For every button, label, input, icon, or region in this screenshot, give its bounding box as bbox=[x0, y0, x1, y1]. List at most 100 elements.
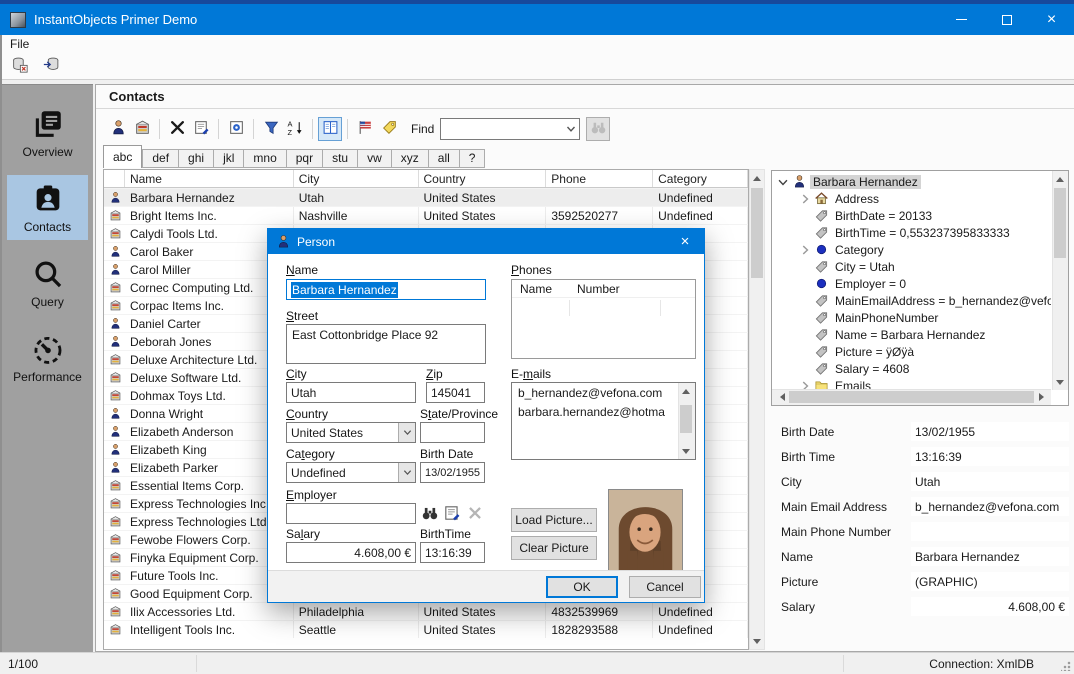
tab-abc[interactable]: abc bbox=[103, 145, 143, 168]
property-value[interactable]: Utah bbox=[911, 472, 1069, 491]
table-scrollbar[interactable] bbox=[749, 169, 765, 650]
edit-item-button[interactable] bbox=[189, 117, 213, 141]
database-open-button[interactable] bbox=[40, 55, 62, 77]
language-button[interactable] bbox=[353, 117, 377, 141]
emails-scrollbar[interactable] bbox=[678, 383, 695, 459]
tree-item[interactable]: BirthTime = 0,553237395833333 bbox=[772, 224, 1051, 241]
tab-question[interactable]: ? bbox=[459, 149, 486, 168]
tree-item[interactable]: Employer = 0 bbox=[772, 275, 1051, 292]
new-person-button[interactable] bbox=[106, 117, 130, 141]
tab-all[interactable]: all bbox=[428, 149, 460, 168]
sort-button[interactable]: AZ bbox=[283, 117, 307, 141]
scroll-right-icon[interactable] bbox=[1035, 390, 1051, 404]
scrollbar-thumb[interactable] bbox=[680, 405, 692, 433]
tab-vw[interactable]: vw bbox=[358, 149, 392, 168]
email-list-item[interactable]: barbara.hernandez@hotma bbox=[512, 402, 678, 421]
column-header-category[interactable]: Category bbox=[653, 170, 748, 187]
tab-stu[interactable]: stu bbox=[323, 149, 359, 168]
tree-item[interactable]: Address bbox=[772, 190, 1051, 207]
chevron-right-icon[interactable] bbox=[798, 192, 812, 206]
country-combobox[interactable]: United States bbox=[286, 422, 416, 443]
new-company-button[interactable] bbox=[130, 117, 154, 141]
tree-item[interactable]: City = Utah bbox=[772, 258, 1051, 275]
property-value[interactable]: 13:16:39 bbox=[911, 447, 1069, 466]
sidebar-item-contacts[interactable]: Contacts bbox=[7, 175, 88, 240]
table-row[interactable]: Ilix Accessories Ltd. Philadelphia United … bbox=[104, 602, 748, 620]
scroll-up-icon[interactable] bbox=[1053, 171, 1067, 187]
layout-toggle-button[interactable] bbox=[318, 117, 342, 141]
employer-search-button[interactable] bbox=[421, 504, 439, 522]
column-header-city[interactable]: City bbox=[294, 170, 419, 187]
scroll-left-icon[interactable] bbox=[772, 390, 788, 404]
scroll-down-icon[interactable] bbox=[1053, 374, 1067, 390]
salary-field[interactable]: 4.608,00 € bbox=[286, 542, 416, 563]
chevron-down-icon[interactable] bbox=[398, 463, 415, 482]
tree-item[interactable]: MainPhoneNumber bbox=[772, 309, 1051, 326]
table-row[interactable]: Intelligent Tools Inc. Seattle United Stat… bbox=[104, 620, 748, 638]
load-picture-button[interactable]: Load Picture... bbox=[511, 508, 597, 532]
column-header-country[interactable]: Country bbox=[419, 170, 547, 187]
emails-list[interactable]: b_hernandez@vefona.com barbara.hernandez@… bbox=[511, 382, 696, 460]
preview-button[interactable] bbox=[224, 117, 248, 141]
chevron-down-icon[interactable] bbox=[398, 423, 415, 442]
table-row[interactable]: Bright Items Inc. Nashville United States 3… bbox=[104, 206, 748, 224]
tree-hscrollbar[interactable] bbox=[772, 389, 1051, 405]
phones-list[interactable]: Name Number bbox=[511, 279, 696, 359]
category-combobox[interactable]: Undefined bbox=[286, 462, 416, 483]
scroll-down-icon[interactable] bbox=[679, 443, 693, 459]
ok-button[interactable]: OK bbox=[546, 576, 618, 598]
filter-button[interactable] bbox=[259, 117, 283, 141]
tree-item[interactable]: Category bbox=[772, 241, 1051, 258]
scroll-up-icon[interactable] bbox=[750, 170, 764, 186]
employer-edit-button[interactable] bbox=[443, 504, 461, 522]
city-field[interactable]: Utah bbox=[286, 382, 416, 403]
tree-item[interactable]: Name = Barbara Hernandez bbox=[772, 326, 1051, 343]
minimize-button[interactable] bbox=[939, 4, 984, 35]
property-value[interactable] bbox=[911, 522, 1069, 541]
scroll-up-icon[interactable] bbox=[679, 383, 693, 399]
clear-picture-button[interactable]: Clear Picture bbox=[511, 536, 597, 560]
table-row[interactable]: Barbara Hernandez Utah United States Undefi… bbox=[104, 188, 748, 206]
property-value[interactable]: Barbara Hernandez bbox=[911, 547, 1069, 566]
tab-xyz[interactable]: xyz bbox=[391, 149, 429, 168]
column-header-phone[interactable]: Phone bbox=[546, 170, 654, 187]
dialog-close-button[interactable]: × bbox=[666, 229, 704, 254]
chevron-down-icon[interactable] bbox=[562, 119, 579, 139]
resize-grip[interactable] bbox=[1061, 661, 1071, 671]
scroll-down-icon[interactable] bbox=[750, 633, 764, 649]
scrollbar-thumb[interactable] bbox=[789, 391, 1034, 403]
tab-jkl[interactable]: jkl bbox=[214, 149, 245, 168]
property-value[interactable]: 13/02/1955 bbox=[911, 422, 1069, 441]
street-field[interactable]: East Cottonbridge Place 92 bbox=[286, 324, 486, 364]
email-list-item[interactable]: b_hernandez@vefona.com bbox=[512, 383, 678, 402]
category-button[interactable] bbox=[377, 117, 401, 141]
state-field[interactable] bbox=[420, 422, 485, 443]
chevron-down-icon[interactable] bbox=[776, 175, 790, 189]
tree-item[interactable]: Picture = ÿØÿà bbox=[772, 343, 1051, 360]
sidebar-item-overview[interactable]: Overview bbox=[7, 100, 88, 165]
chevron-right-icon[interactable] bbox=[798, 379, 812, 389]
birth-date-field[interactable]: 13/02/1955 bbox=[420, 462, 485, 483]
tree-item[interactable]: BirthDate = 20133 bbox=[772, 207, 1051, 224]
tree-item[interactable]: Emails bbox=[772, 377, 1051, 389]
scrollbar-thumb[interactable] bbox=[1054, 188, 1066, 258]
employer-field[interactable] bbox=[286, 503, 416, 524]
tab-pqr[interactable]: pqr bbox=[286, 149, 324, 168]
maximize-button[interactable] bbox=[984, 4, 1029, 35]
menu-file[interactable]: File bbox=[10, 37, 29, 51]
tab-mno[interactable]: mno bbox=[244, 149, 287, 168]
property-value[interactable]: 4.608,00 € bbox=[911, 597, 1069, 616]
property-value[interactable]: (GRAPHIC) bbox=[911, 572, 1069, 591]
scrollbar-thumb[interactable] bbox=[751, 188, 763, 278]
tree-vscrollbar[interactable] bbox=[1052, 171, 1068, 390]
employer-clear-button[interactable] bbox=[466, 504, 484, 522]
find-combobox[interactable] bbox=[440, 118, 581, 140]
sidebar-item-performance[interactable]: Performance bbox=[7, 325, 88, 390]
delete-button[interactable] bbox=[165, 117, 189, 141]
tab-ghi[interactable]: ghi bbox=[179, 149, 215, 168]
close-button[interactable]: × bbox=[1029, 4, 1074, 35]
sidebar-item-query[interactable]: Query bbox=[7, 250, 88, 315]
name-field[interactable]: Barbara Hernandez bbox=[286, 279, 486, 300]
cancel-button[interactable]: Cancel bbox=[629, 576, 701, 598]
birth-time-field[interactable]: 13:16:39 bbox=[420, 542, 485, 563]
